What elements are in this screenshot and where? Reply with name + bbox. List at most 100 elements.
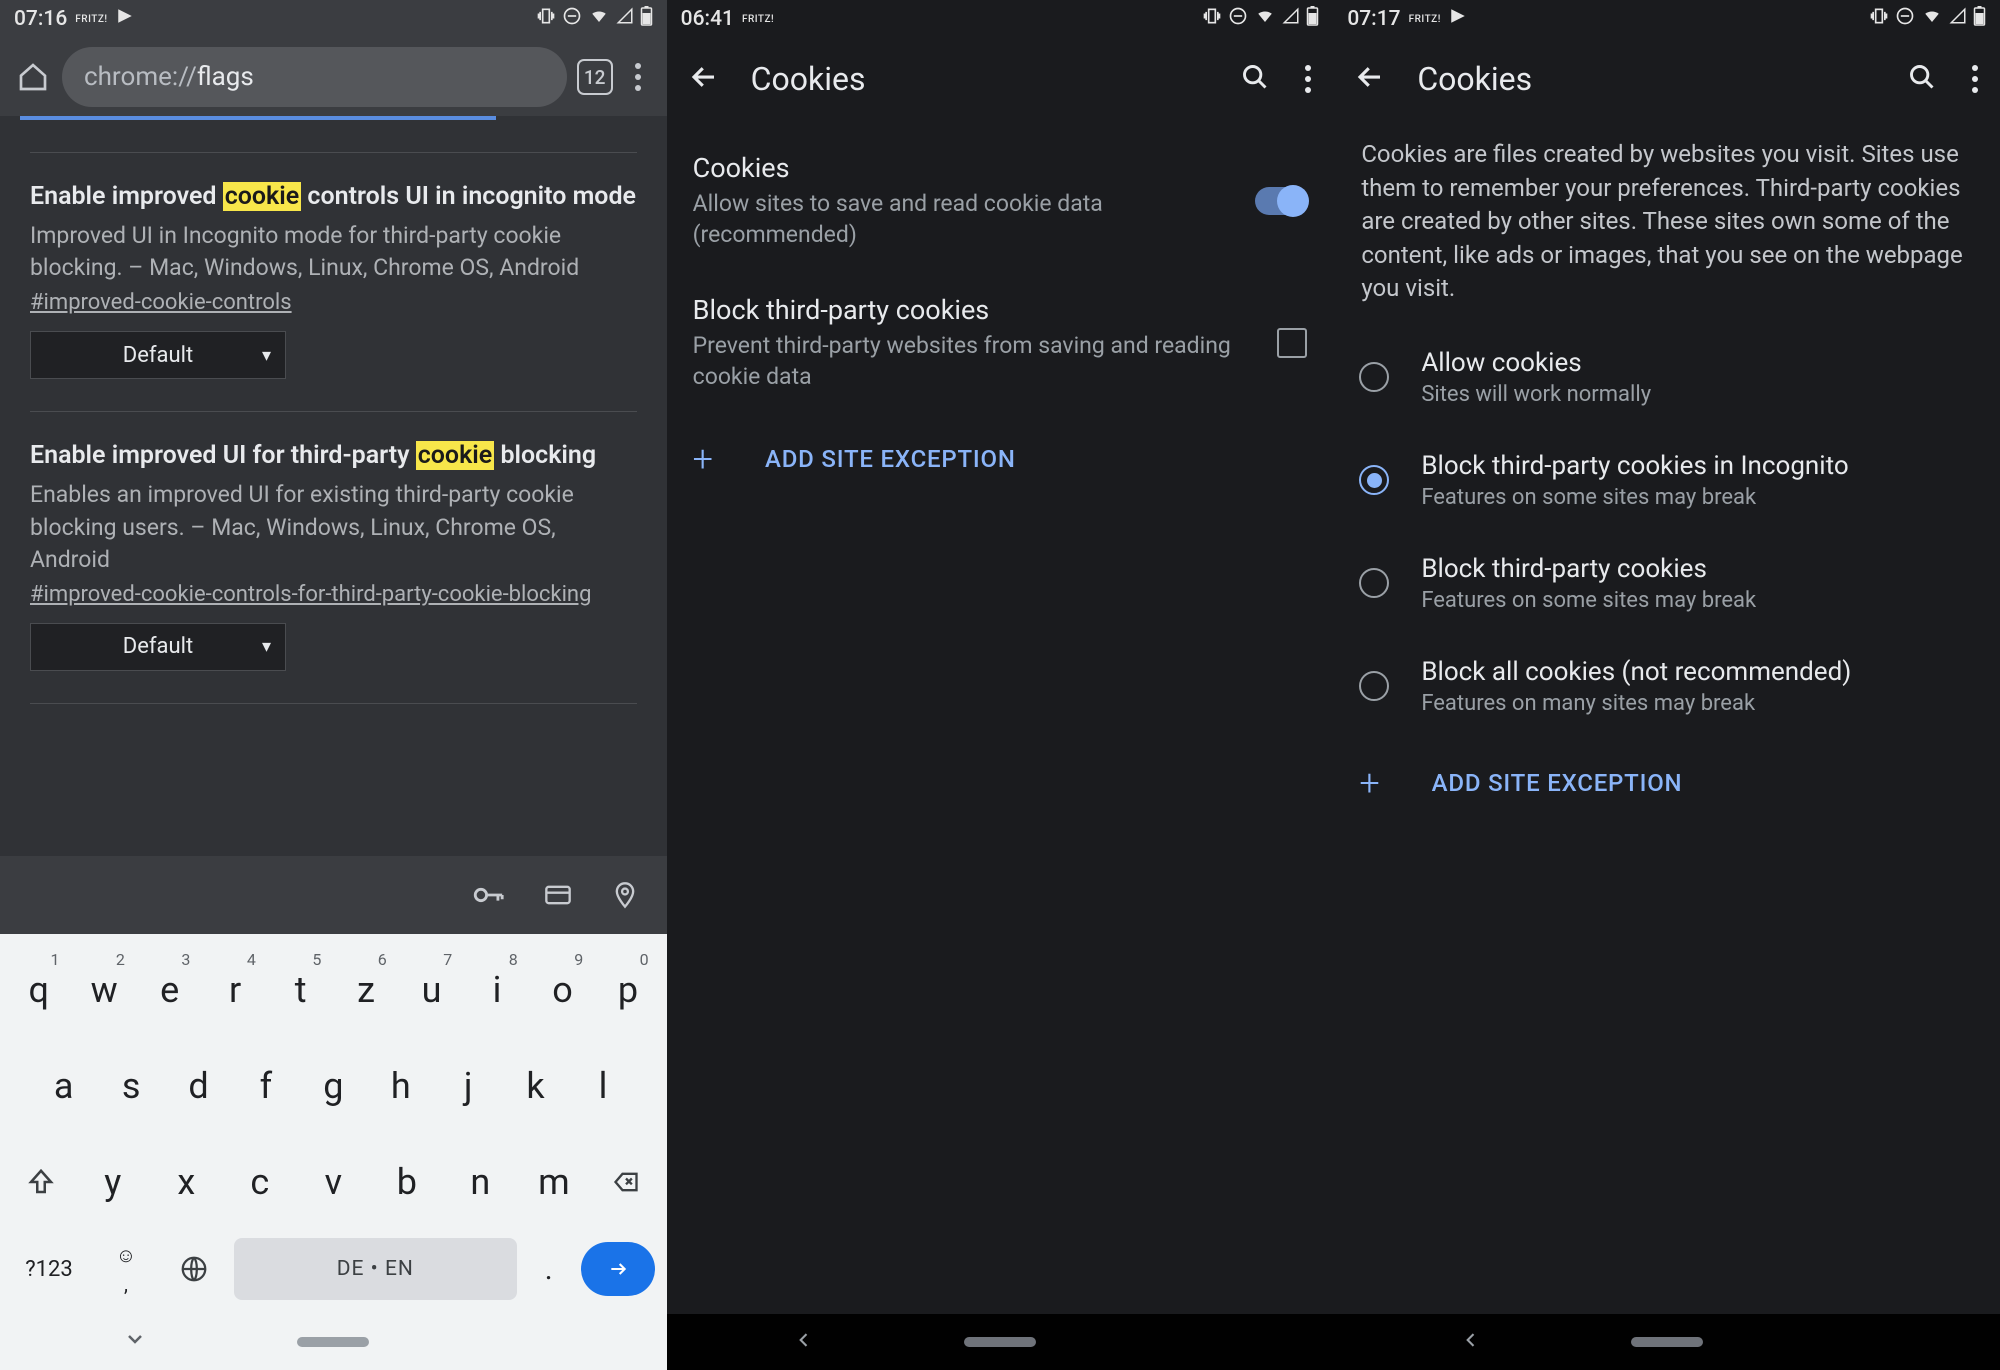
radio-option[interactable]: Block third-party cookies in IncognitoFe… — [1359, 429, 1974, 532]
search-icon[interactable] — [1241, 63, 1269, 95]
key-l[interactable]: l — [571, 1042, 634, 1130]
wifi-label: FRITZ! — [1409, 14, 1441, 25]
key-i[interactable]: 8i — [466, 946, 527, 1034]
dnd-icon — [1228, 6, 1248, 32]
flag-description: Enables an improved UI for existing thir… — [30, 479, 637, 576]
radio-option[interactable]: Block all cookies (not recommended)Featu… — [1359, 635, 1974, 738]
nav-pill[interactable] — [964, 1337, 1036, 1347]
period-key[interactable]: . — [529, 1252, 569, 1287]
nav-pill[interactable] — [1631, 1337, 1703, 1347]
radio-unchecked[interactable] — [1359, 362, 1389, 392]
key-r[interactable]: 4r — [204, 946, 265, 1034]
switch-on[interactable] — [1255, 187, 1307, 215]
nav-hide-keyboard[interactable] — [123, 1327, 147, 1358]
radio-option[interactable]: Allow cookiesSites will work normally — [1359, 326, 1974, 429]
signal-icon — [1949, 7, 1967, 31]
setting-subtitle: Allow sites to save and read cookie data… — [693, 188, 1236, 250]
status-bar: 07:17 FRITZ! — [1333, 0, 2000, 38]
space-key[interactable]: DE • EN — [234, 1238, 517, 1300]
key-b[interactable]: b — [372, 1138, 442, 1226]
backspace-key[interactable] — [591, 1138, 661, 1226]
home-button[interactable] — [14, 58, 52, 96]
key-icon[interactable] — [471, 878, 505, 912]
key-x[interactable]: x — [152, 1138, 222, 1226]
flag-title: Enable improved cookie controls UI in in… — [30, 179, 637, 214]
radio-unchecked[interactable] — [1359, 568, 1389, 598]
key-f[interactable]: f — [234, 1042, 297, 1130]
key-t[interactable]: 5t — [270, 946, 331, 1034]
setting-title: Block third-party cookies — [693, 294, 1258, 326]
radio-title: Allow cookies — [1421, 348, 1974, 378]
key-y[interactable]: y — [78, 1138, 148, 1226]
shift-key[interactable] — [6, 1138, 76, 1226]
radio-title: Block third-party cookies in Incognito — [1421, 451, 1974, 481]
key-d[interactable]: d — [167, 1042, 230, 1130]
back-button[interactable] — [689, 62, 719, 96]
key-a[interactable]: a — [32, 1042, 95, 1130]
url-bar[interactable]: chrome://flags — [62, 47, 567, 107]
radio-title: Block all cookies (not recommended) — [1421, 657, 1974, 687]
search-icon[interactable] — [1908, 63, 1936, 95]
flag-item: Enable improved cookie controls UI in in… — [30, 179, 637, 379]
flag-dropdown[interactable]: Default — [30, 331, 286, 379]
key-z[interactable]: 6z — [335, 946, 396, 1034]
dnd-icon — [562, 6, 582, 32]
location-icon[interactable] — [611, 878, 639, 912]
nav-bar — [1333, 1314, 2000, 1370]
page-title: Cookies — [751, 60, 866, 98]
key-o[interactable]: 9o — [532, 946, 593, 1034]
intro-text: Cookies are files created by websites yo… — [1359, 130, 1974, 326]
status-bar: 07:16 FRITZ! — [0, 0, 667, 38]
add-site-exception[interactable]: + ADD SITE EXCEPTION — [1359, 738, 1974, 828]
key-e[interactable]: 3e — [139, 946, 200, 1034]
key-n[interactable]: n — [446, 1138, 516, 1226]
key-k[interactable]: k — [504, 1042, 567, 1130]
key-w[interactable]: 2w — [73, 946, 134, 1034]
key-c[interactable]: c — [225, 1138, 295, 1226]
nav-back[interactable] — [1461, 1327, 1481, 1357]
settings-list: Cookies Allow sites to save and read coo… — [667, 120, 1334, 1314]
key-q[interactable]: 1q — [8, 946, 69, 1034]
emoji-key[interactable]: ☺, — [98, 1243, 154, 1296]
flag-hash-link[interactable]: #improved-cookie-controls — [30, 290, 292, 315]
tab-count: 12 — [584, 66, 606, 89]
page-title: Cookies — [1417, 60, 1532, 98]
key-u[interactable]: 7u — [401, 946, 462, 1034]
flag-dropdown[interactable]: Default — [30, 623, 286, 671]
back-button[interactable] — [1355, 62, 1385, 96]
app-bar: Cookies — [1333, 38, 2000, 120]
language-key[interactable] — [166, 1254, 222, 1284]
screen-cookies-radio: 07:17 FRITZ! Cookies Cookies are files c… — [1333, 0, 2000, 1370]
screen-cookies-simple: 06:41 FRITZ! Cookies Cookies Allow sites… — [667, 0, 1334, 1370]
more-menu-button[interactable] — [623, 63, 653, 91]
flag-hash-link[interactable]: #improved-cookie-controls-for-third-part… — [30, 582, 591, 607]
radio-unchecked[interactable] — [1359, 671, 1389, 701]
nav-back[interactable] — [794, 1327, 814, 1357]
add-site-exception[interactable]: + ADD SITE EXCEPTION — [693, 414, 1308, 504]
more-menu-button[interactable] — [1305, 65, 1311, 93]
key-p[interactable]: 0p — [597, 946, 658, 1034]
card-icon[interactable] — [541, 881, 575, 909]
radio-checked[interactable] — [1359, 465, 1389, 495]
symbols-key[interactable]: ?123 — [12, 1257, 86, 1282]
setting-block-third-party[interactable]: Block third-party cookies Prevent third-… — [693, 272, 1308, 414]
dnd-icon — [1895, 6, 1915, 32]
more-menu-button[interactable] — [1972, 65, 1978, 93]
checkbox-unchecked[interactable] — [1277, 328, 1307, 358]
enter-key[interactable] — [581, 1242, 655, 1296]
key-s[interactable]: s — [99, 1042, 162, 1130]
battery-icon — [1306, 6, 1319, 32]
nav-pill[interactable] — [297, 1337, 369, 1347]
key-v[interactable]: v — [299, 1138, 369, 1226]
nav-bar — [667, 1314, 1334, 1370]
clock: 06:41 — [681, 7, 734, 31]
key-g[interactable]: g — [302, 1042, 365, 1130]
key-h[interactable]: h — [369, 1042, 432, 1130]
setting-cookies-toggle[interactable]: Cookies Allow sites to save and read coo… — [693, 130, 1308, 272]
key-m[interactable]: m — [519, 1138, 589, 1226]
tabs-button[interactable]: 12 — [577, 59, 613, 95]
radio-title: Block third-party cookies — [1421, 554, 1974, 584]
wifi-label: FRITZ! — [75, 14, 107, 25]
radio-option[interactable]: Block third-party cookiesFeatures on som… — [1359, 532, 1974, 635]
key-j[interactable]: j — [436, 1042, 499, 1130]
